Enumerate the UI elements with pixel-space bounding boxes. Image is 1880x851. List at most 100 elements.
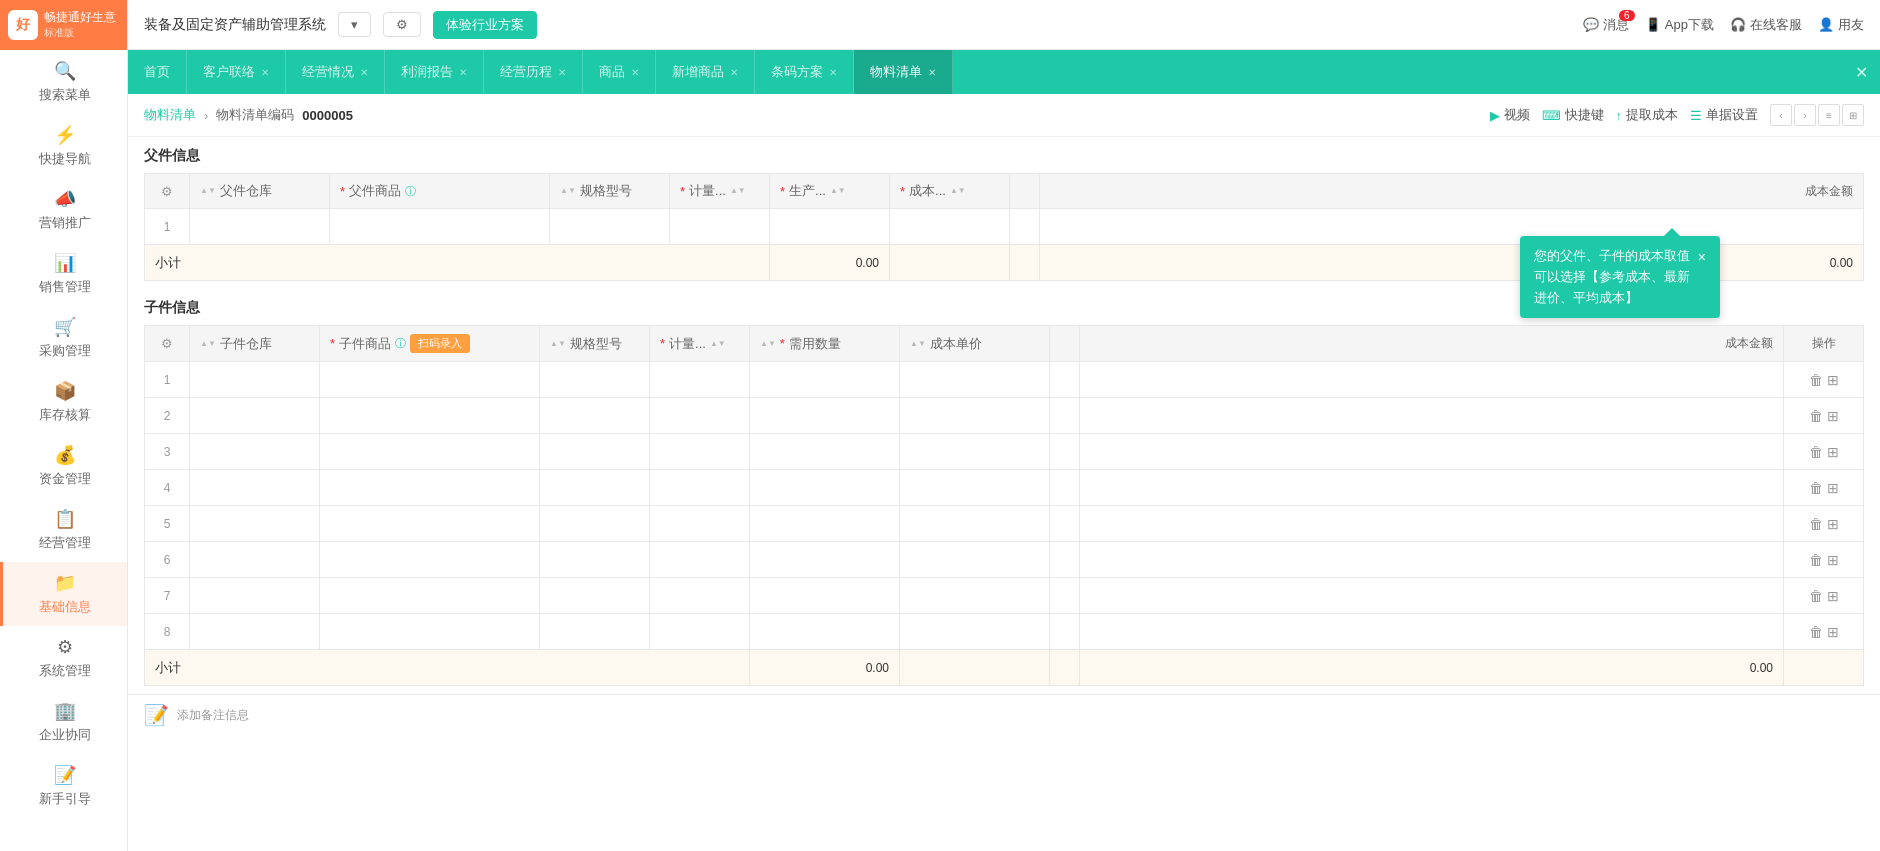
parent-row-1-unit[interactable]: [670, 209, 770, 245]
tooltip-close-btn[interactable]: ×: [1698, 246, 1706, 268]
nav-prev-btn[interactable]: ‹: [1770, 104, 1792, 126]
tab-close-2[interactable]: ✕: [360, 67, 368, 78]
copy-icon-7[interactable]: ⊞: [1827, 588, 1839, 604]
child-row-5-warehouse[interactable]: [190, 506, 320, 542]
nav-tab-0[interactable]: 首页: [128, 50, 187, 94]
dropdown-arrow-btn[interactable]: ▾: [338, 12, 371, 37]
child-row-4-spec[interactable]: [540, 470, 650, 506]
child-row-7-product[interactable]: [320, 578, 540, 614]
nav-tab-5[interactable]: 商品✕: [583, 50, 656, 94]
scan-input-btn[interactable]: 扫码录入: [410, 334, 470, 353]
child-row-4-product[interactable]: [320, 470, 540, 506]
sidebar-item-basic-info[interactable]: 📁基础信息: [0, 562, 127, 626]
delete-icon-4[interactable]: 🗑: [1809, 480, 1823, 496]
child-row-8-warehouse[interactable]: [190, 614, 320, 650]
nav-tab-4[interactable]: 经营历程✕: [484, 50, 583, 94]
child-row-1-spec[interactable]: [540, 362, 650, 398]
child-row-8-unit[interactable]: [650, 614, 750, 650]
tab-close-5[interactable]: ✕: [631, 67, 639, 78]
child-row-1-qty[interactable]: [750, 362, 900, 398]
message-btn[interactable]: 💬 消息 6: [1583, 16, 1629, 34]
child-row-3-spec[interactable]: [540, 434, 650, 470]
child-row-2-spec[interactable]: [540, 398, 650, 434]
child-row-2-cost-amount[interactable]: [1080, 398, 1784, 434]
sidebar-item-sales[interactable]: 📊销售管理: [0, 242, 127, 306]
sidebar-item-purchase[interactable]: 🛒采购管理: [0, 306, 127, 370]
parent-row-1-warehouse[interactable]: [190, 209, 330, 245]
child-row-3-warehouse[interactable]: [190, 434, 320, 470]
nav-tab-7[interactable]: 条码方案✕: [755, 50, 854, 94]
child-row-4-warehouse[interactable]: [190, 470, 320, 506]
child-settings-gear-icon[interactable]: ⚙: [155, 336, 179, 351]
trial-btn[interactable]: 体验行业方案: [433, 11, 537, 39]
child-row-2-unit[interactable]: [650, 398, 750, 434]
tab-close-8[interactable]: ✕: [928, 67, 936, 78]
copy-icon-1[interactable]: ⊞: [1827, 372, 1839, 388]
child-row-6-unit[interactable]: [650, 542, 750, 578]
child-row-5-qty[interactable]: [750, 506, 900, 542]
delete-icon-1[interactable]: 🗑: [1809, 372, 1823, 388]
tab-close-6[interactable]: ✕: [730, 67, 738, 78]
child-row-3-cost-amount[interactable]: [1080, 434, 1784, 470]
nav-tab-1[interactable]: 客户联络✕: [187, 50, 286, 94]
child-row-7-qty[interactable]: [750, 578, 900, 614]
child-row-6-unit-cost[interactable]: [900, 542, 1050, 578]
child-row-2-product[interactable]: [320, 398, 540, 434]
tab-close-3[interactable]: ✕: [459, 67, 467, 78]
child-row-7-unit[interactable]: [650, 578, 750, 614]
child-row-6-cost-amount[interactable]: [1080, 542, 1784, 578]
child-row-4-cost-amount[interactable]: [1080, 470, 1784, 506]
online-service-btn[interactable]: 🎧 在线客服: [1730, 16, 1802, 34]
child-row-4-qty[interactable]: [750, 470, 900, 506]
delete-icon-5[interactable]: 🗑: [1809, 516, 1823, 532]
sidebar-item-system[interactable]: ⚙系统管理: [0, 626, 127, 690]
copy-icon-2[interactable]: ⊞: [1827, 408, 1839, 424]
parent-row-1-cost-amount[interactable]: [1040, 209, 1864, 245]
child-row-6-product[interactable]: [320, 542, 540, 578]
sidebar-item-inventory[interactable]: 📦库存核算: [0, 370, 127, 434]
copy-icon-4[interactable]: ⊞: [1827, 480, 1839, 496]
single-settings-btn[interactable]: ☰ 单据设置: [1690, 106, 1758, 124]
child-row-6-warehouse[interactable]: [190, 542, 320, 578]
sidebar-item-quick-nav[interactable]: ⚡快捷导航: [0, 114, 127, 178]
child-row-4-unit[interactable]: [650, 470, 750, 506]
child-row-8-qty[interactable]: [750, 614, 900, 650]
child-row-3-product[interactable]: [320, 434, 540, 470]
child-row-5-cost-amount[interactable]: [1080, 506, 1784, 542]
extract-cost-btn[interactable]: ↑ 提取成本: [1616, 106, 1679, 124]
child-row-1-cost-amount[interactable]: [1080, 362, 1784, 398]
delete-icon-6[interactable]: 🗑: [1809, 552, 1823, 568]
breadcrumb-link[interactable]: 物料清单: [144, 106, 196, 124]
sidebar-item-marketing[interactable]: 📣营销推广: [0, 178, 127, 242]
tab-close-1[interactable]: ✕: [261, 67, 269, 78]
child-row-6-qty[interactable]: [750, 542, 900, 578]
sidebar-item-search[interactable]: 🔍搜索菜单: [0, 50, 127, 114]
parent-row-1-cost[interactable]: [890, 209, 1010, 245]
parent-row-1-spec[interactable]: [550, 209, 670, 245]
child-row-3-unit[interactable]: [650, 434, 750, 470]
child-row-4-unit-cost[interactable]: [900, 470, 1050, 506]
delete-icon-7[interactable]: 🗑: [1809, 588, 1823, 604]
child-row-1-product[interactable]: [320, 362, 540, 398]
sidebar-item-finance[interactable]: 💰资金管理: [0, 434, 127, 498]
tab-close-7[interactable]: ✕: [829, 67, 837, 78]
settings-gear-icon[interactable]: ⚙: [155, 184, 179, 199]
child-row-7-unit-cost[interactable]: [900, 578, 1050, 614]
child-row-8-cost-amount[interactable]: [1080, 614, 1784, 650]
user-btn[interactable]: 👤 用友: [1818, 16, 1864, 34]
settings-btn[interactable]: ⚙: [383, 12, 421, 37]
nav-tab-8[interactable]: 物料清单✕: [854, 50, 953, 94]
delete-icon-8[interactable]: 🗑: [1809, 624, 1823, 640]
video-btn[interactable]: ▶ 视频: [1490, 106, 1530, 124]
tab-close-4[interactable]: ✕: [558, 67, 566, 78]
nav-next-btn[interactable]: ›: [1794, 104, 1816, 126]
child-row-2-qty[interactable]: [750, 398, 900, 434]
sidebar-item-guide[interactable]: 📝新手引导: [0, 754, 127, 818]
child-row-2-unit-cost[interactable]: [900, 398, 1050, 434]
nav-expand-btn[interactable]: ⊞: [1842, 104, 1864, 126]
nav-tab-6[interactable]: 新增商品✕: [656, 50, 755, 94]
nav-tab-3[interactable]: 利润报告✕: [385, 50, 484, 94]
child-row-3-qty[interactable]: [750, 434, 900, 470]
copy-icon-6[interactable]: ⊞: [1827, 552, 1839, 568]
add-note-icon[interactable]: 📝: [144, 703, 169, 727]
